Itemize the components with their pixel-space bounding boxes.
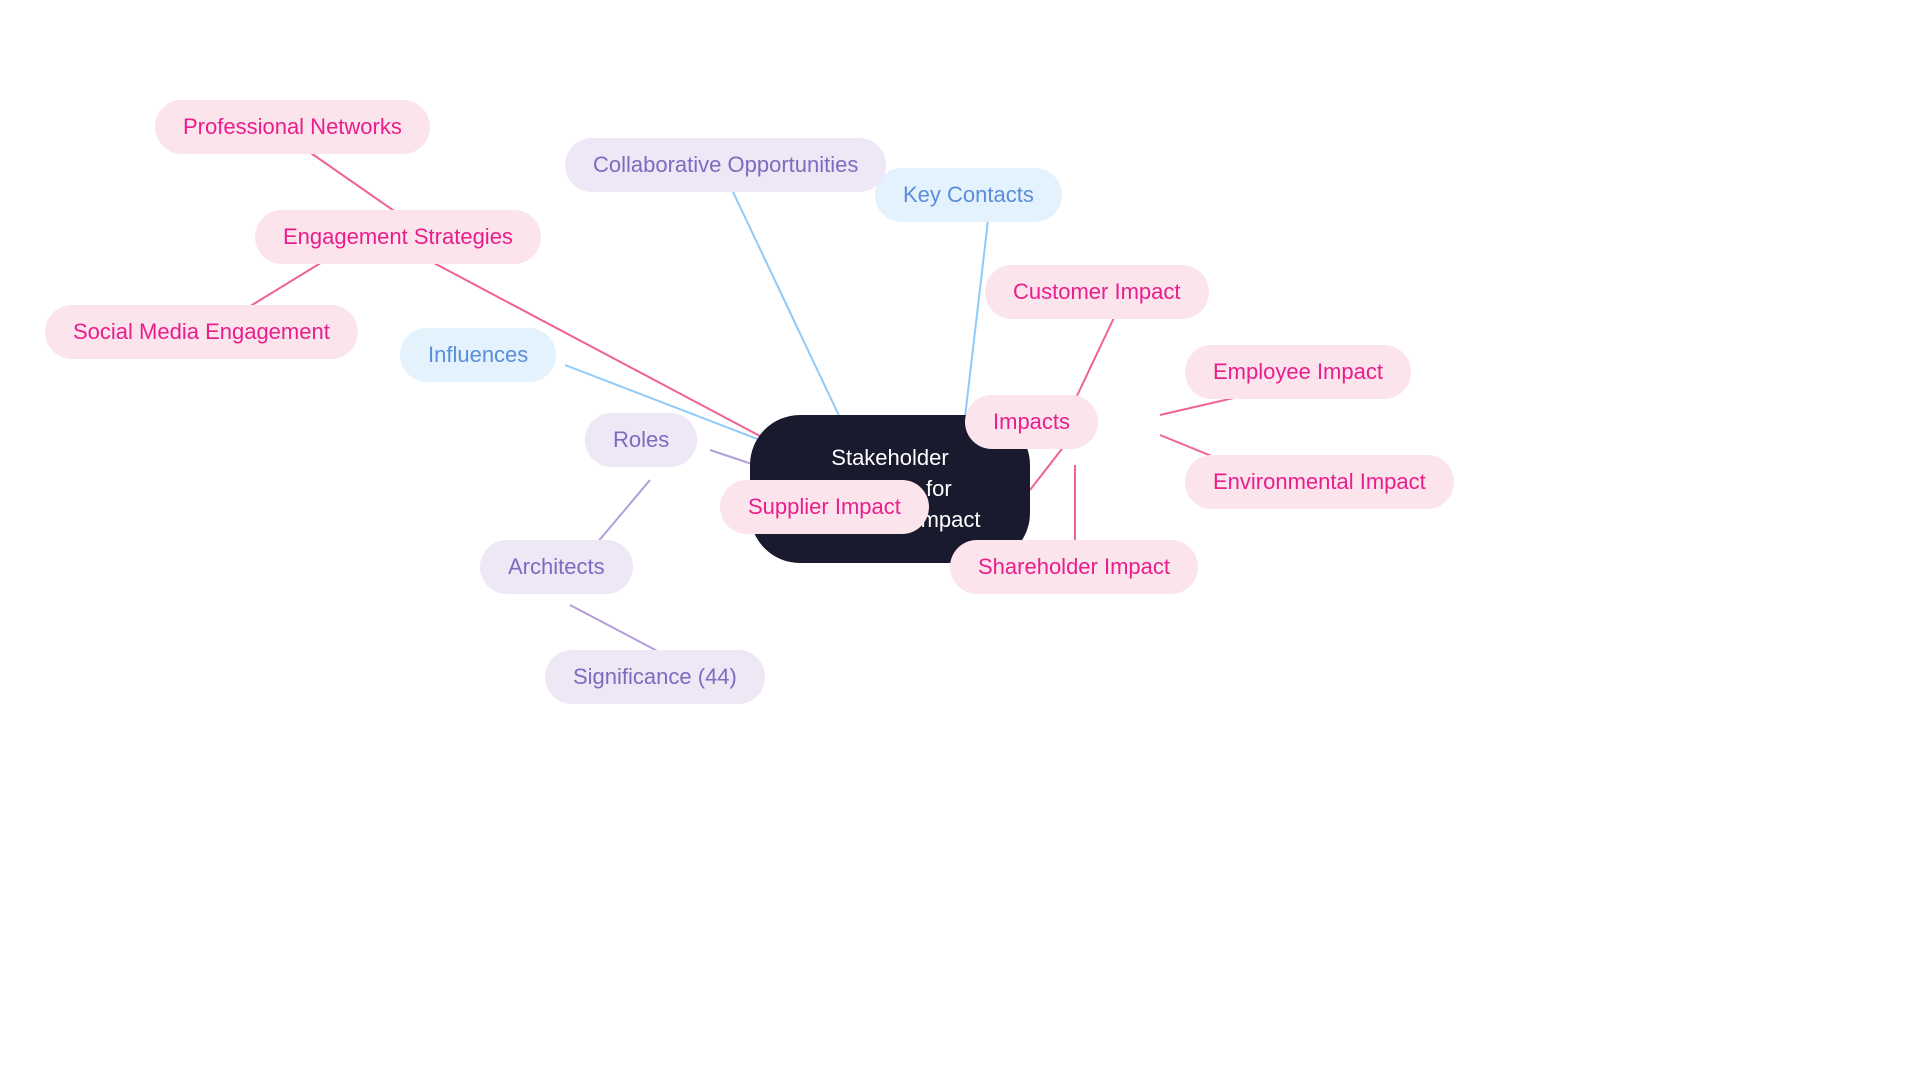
collaborative-opportunities-label: Collaborative Opportunities xyxy=(593,152,858,178)
engagement-strategies-node[interactable]: Engagement Strategies xyxy=(255,210,541,264)
environmental-impact-node[interactable]: Environmental Impact xyxy=(1185,455,1454,509)
employee-impact-label: Employee Impact xyxy=(1213,359,1383,385)
engagement-strategies-label: Engagement Strategies xyxy=(283,224,513,250)
customer-impact-label: Customer Impact xyxy=(1013,279,1181,305)
supplier-impact-node[interactable]: Supplier Impact xyxy=(720,480,929,534)
architects-node[interactable]: Architects xyxy=(480,540,633,594)
roles-node[interactable]: Roles xyxy=(585,413,697,467)
key-contacts-label: Key Contacts xyxy=(903,182,1034,208)
collaborative-opportunities-node[interactable]: Collaborative Opportunities xyxy=(565,138,886,192)
impacts-node[interactable]: Impacts xyxy=(965,395,1098,449)
supplier-impact-label: Supplier Impact xyxy=(748,494,901,520)
influences-node[interactable]: Influences xyxy=(400,328,556,382)
significance-node[interactable]: Significance (44) xyxy=(545,650,765,704)
employee-impact-node[interactable]: Employee Impact xyxy=(1185,345,1411,399)
architects-label: Architects xyxy=(508,554,605,580)
impacts-label: Impacts xyxy=(993,409,1070,435)
influences-label: Influences xyxy=(428,342,528,368)
environmental-impact-label: Environmental Impact xyxy=(1213,469,1426,495)
roles-label: Roles xyxy=(613,427,669,453)
shareholder-impact-node[interactable]: Shareholder Impact xyxy=(950,540,1198,594)
professional-networks-node[interactable]: Professional Networks xyxy=(155,100,430,154)
social-media-engagement-label: Social Media Engagement xyxy=(73,319,330,345)
shareholder-impact-label: Shareholder Impact xyxy=(978,554,1170,580)
key-contacts-node[interactable]: Key Contacts xyxy=(875,168,1062,222)
customer-impact-node[interactable]: Customer Impact xyxy=(985,265,1209,319)
professional-networks-label: Professional Networks xyxy=(183,114,402,140)
social-media-engagement-node[interactable]: Social Media Engagement xyxy=(45,305,358,359)
significance-label: Significance (44) xyxy=(573,664,737,690)
